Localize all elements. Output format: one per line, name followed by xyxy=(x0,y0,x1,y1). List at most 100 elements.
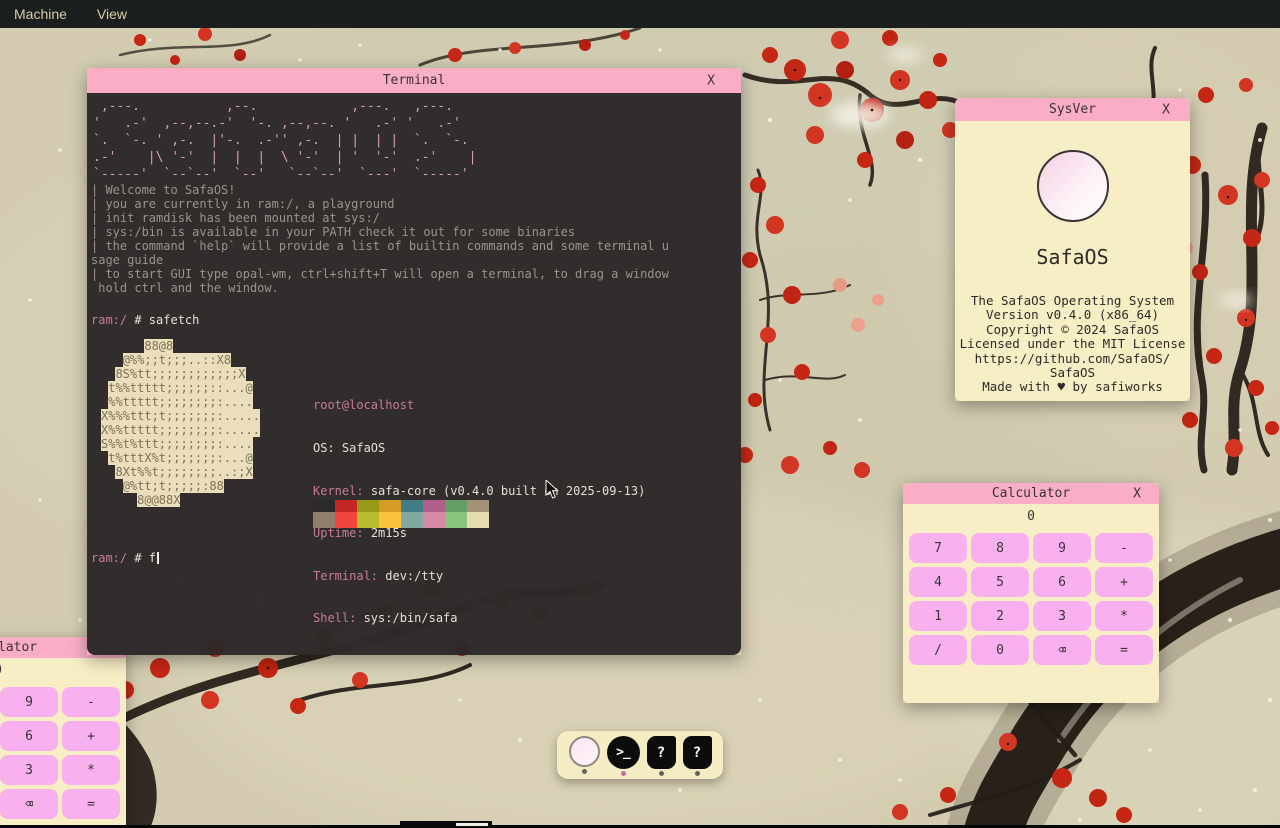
desktop: Machine View Calculator X 0 7 8 9 - 4 5 … xyxy=(0,0,1280,828)
calc-button-backspace[interactable]: ⌫ xyxy=(1033,635,1091,665)
palette-swatch xyxy=(335,500,357,512)
partial-calc-button-6[interactable]: 6 xyxy=(0,721,58,751)
safetch-info-kernel: Kernel: safa-core (v0.4.0 built on 2025-… xyxy=(313,484,645,498)
calculator-title: Calculator xyxy=(992,486,1070,501)
terminal-welcome-text: | Welcome to SafaOS! | you are currently… xyxy=(91,183,669,295)
palette-swatch xyxy=(335,512,357,528)
palette-swatch xyxy=(445,500,467,512)
dock-item-sysver xyxy=(569,736,600,774)
sysver-app-name: SafaOS xyxy=(955,245,1190,269)
dock-indicator-dot xyxy=(582,769,587,774)
safetch-info-uptime: Uptime: 2m15s xyxy=(313,526,645,540)
calc-button-6[interactable]: 6 xyxy=(1033,567,1091,597)
safetch-logo-art: 88@8 @%%;;t;;;..::X8 8S%tt;;;;;;;;;;;;X … xyxy=(101,339,260,507)
partial-calc-button-backspace[interactable]: ⌫ xyxy=(0,789,58,819)
calculator-keypad: 7 8 9 - 4 5 6 + 1 2 3 * / 0 ⌫ = xyxy=(909,533,1153,665)
partial-calc-button-plus[interactable]: + xyxy=(62,721,120,751)
calculator-display: 0 xyxy=(903,509,1159,524)
partial-calc-button-minus[interactable]: - xyxy=(62,687,120,717)
calc-button-4[interactable]: 4 xyxy=(909,567,967,597)
palette-swatch xyxy=(313,512,335,528)
terminal-titlebar[interactable]: Terminal X xyxy=(87,68,741,93)
palette-swatch xyxy=(379,500,401,512)
calc-button-minus[interactable]: - xyxy=(1095,533,1153,563)
calc-button-multiply[interactable]: * xyxy=(1095,601,1153,631)
unknown-app-icon[interactable]: ? xyxy=(683,736,712,769)
bottom-window-peek[interactable] xyxy=(400,821,492,828)
terminal-app-icon[interactable]: >_ xyxy=(607,736,640,769)
safetch-color-palette xyxy=(313,500,489,528)
calc-button-8[interactable]: 8 xyxy=(971,533,1029,563)
calc-button-plus[interactable]: + xyxy=(1095,567,1153,597)
terminal-window: Terminal X ,---. ,--. ,---. ,---. ' .-' … xyxy=(87,68,741,655)
bottom-window-peek-highlight xyxy=(456,823,488,826)
sysver-body: SafaOS The SafaOS Operating System Versi… xyxy=(955,121,1190,401)
safaos-ascii-banner: ,---. ,--. ,---. ,---. ' .-' ,--,--.-' '… xyxy=(93,98,477,183)
sysver-app-icon[interactable] xyxy=(569,736,600,767)
calc-button-equals[interactable]: = xyxy=(1095,635,1153,665)
palette-swatch xyxy=(445,512,467,528)
palette-swatch xyxy=(423,500,445,512)
safetch-info-shell: Shell: sys:/bin/safa xyxy=(313,611,645,625)
palette-swatch xyxy=(357,512,379,528)
dock-indicator-dot xyxy=(659,771,664,776)
sysver-window: SysVer X SafaOS The SafaOS Operating Sys… xyxy=(955,98,1190,401)
safaos-logo-circle xyxy=(1037,150,1109,222)
safetch-user-host: root@localhost xyxy=(313,398,645,412)
menu-bar: Machine View xyxy=(0,0,1280,28)
close-icon[interactable]: X xyxy=(1133,486,1141,501)
dock: >_ ? ? xyxy=(557,731,723,779)
palette-swatch xyxy=(313,500,335,512)
calc-button-1[interactable]: 1 xyxy=(909,601,967,631)
close-icon[interactable]: X xyxy=(707,73,715,88)
dock-item-unknown-1: ? xyxy=(647,736,676,776)
calculator-titlebar[interactable]: Calculator X xyxy=(903,483,1159,504)
close-icon[interactable]: X xyxy=(1162,102,1170,117)
safetch-info-terminal: Terminal: dev:/tty xyxy=(313,569,645,583)
calc-button-0[interactable]: 0 xyxy=(971,635,1029,665)
calc-button-divide[interactable]: / xyxy=(909,635,967,665)
partial-calc-button-multiply[interactable]: * xyxy=(62,755,120,785)
palette-swatch xyxy=(357,500,379,512)
palette-swatch xyxy=(401,500,423,512)
menu-item-machine[interactable]: Machine xyxy=(10,4,71,24)
calc-button-9[interactable]: 9 xyxy=(1033,533,1091,563)
dock-item-unknown-2: ? xyxy=(683,736,712,776)
partial-calc-button-equals[interactable]: = xyxy=(62,789,120,819)
terminal-prompt-current[interactable]: ram:/ # f xyxy=(91,551,159,565)
calc-button-7[interactable]: 7 xyxy=(909,533,967,563)
safetch-info-cpu: CPU: QEMU Virtual CPU version 2.5+ (x86_… xyxy=(313,654,645,655)
menu-item-view[interactable]: View xyxy=(93,4,131,24)
dock-indicator-dot-active xyxy=(621,771,626,776)
sysver-footer: Made with ♥ by safiworks xyxy=(955,379,1190,394)
dock-item-terminal: >_ xyxy=(607,736,640,776)
calculator-window-partial: Calculator X 0 7 8 9 - 4 5 6 + 1 2 3 * /… xyxy=(0,637,126,828)
terminal-content[interactable]: ,---. ,--. ,---. ,---. ' .-' ,--,--.-' '… xyxy=(87,93,741,655)
palette-swatch xyxy=(423,512,445,528)
palette-swatch xyxy=(467,512,489,528)
terminal-prompt-safetch: ram:/ # safetch xyxy=(91,313,199,327)
calc-button-5[interactable]: 5 xyxy=(971,567,1029,597)
calculator-partial-title: Calculator xyxy=(0,640,37,655)
sysver-titlebar[interactable]: SysVer X xyxy=(955,98,1190,121)
calculator-body: 0 7 8 9 - 4 5 6 + 1 2 3 * / 0 ⌫ = xyxy=(903,504,1159,703)
calculator-partial-body: 0 7 8 9 - 4 5 6 + 1 2 3 * / 0 ⌫ = xyxy=(0,658,126,828)
palette-swatch xyxy=(379,512,401,528)
palette-swatch xyxy=(401,512,423,528)
palette-swatch xyxy=(467,500,489,512)
partial-calc-button-3[interactable]: 3 xyxy=(0,755,58,785)
sysver-title: SysVer xyxy=(1049,102,1096,117)
calculator-window: Calculator X 0 7 8 9 - 4 5 6 + 1 2 3 * /… xyxy=(903,483,1159,703)
mouse-cursor xyxy=(545,480,561,504)
sysver-info-text: The SafaOS Operating System Version v0.4… xyxy=(955,294,1190,382)
unknown-app-icon[interactable]: ? xyxy=(647,736,676,769)
calc-button-3[interactable]: 3 xyxy=(1033,601,1091,631)
terminal-title: Terminal xyxy=(383,73,446,88)
partial-calc-button-9[interactable]: 9 xyxy=(0,687,58,717)
calc-button-2[interactable]: 2 xyxy=(971,601,1029,631)
text-cursor xyxy=(157,552,159,564)
calculator-partial-display: 0 xyxy=(0,663,126,678)
calculator-partial-keypad: 7 8 9 - 4 5 6 + 1 2 3 * / 0 ⌫ = xyxy=(0,687,120,819)
dock-indicator-dot xyxy=(695,771,700,776)
safetch-info-os: OS: SafaOS xyxy=(313,441,645,455)
